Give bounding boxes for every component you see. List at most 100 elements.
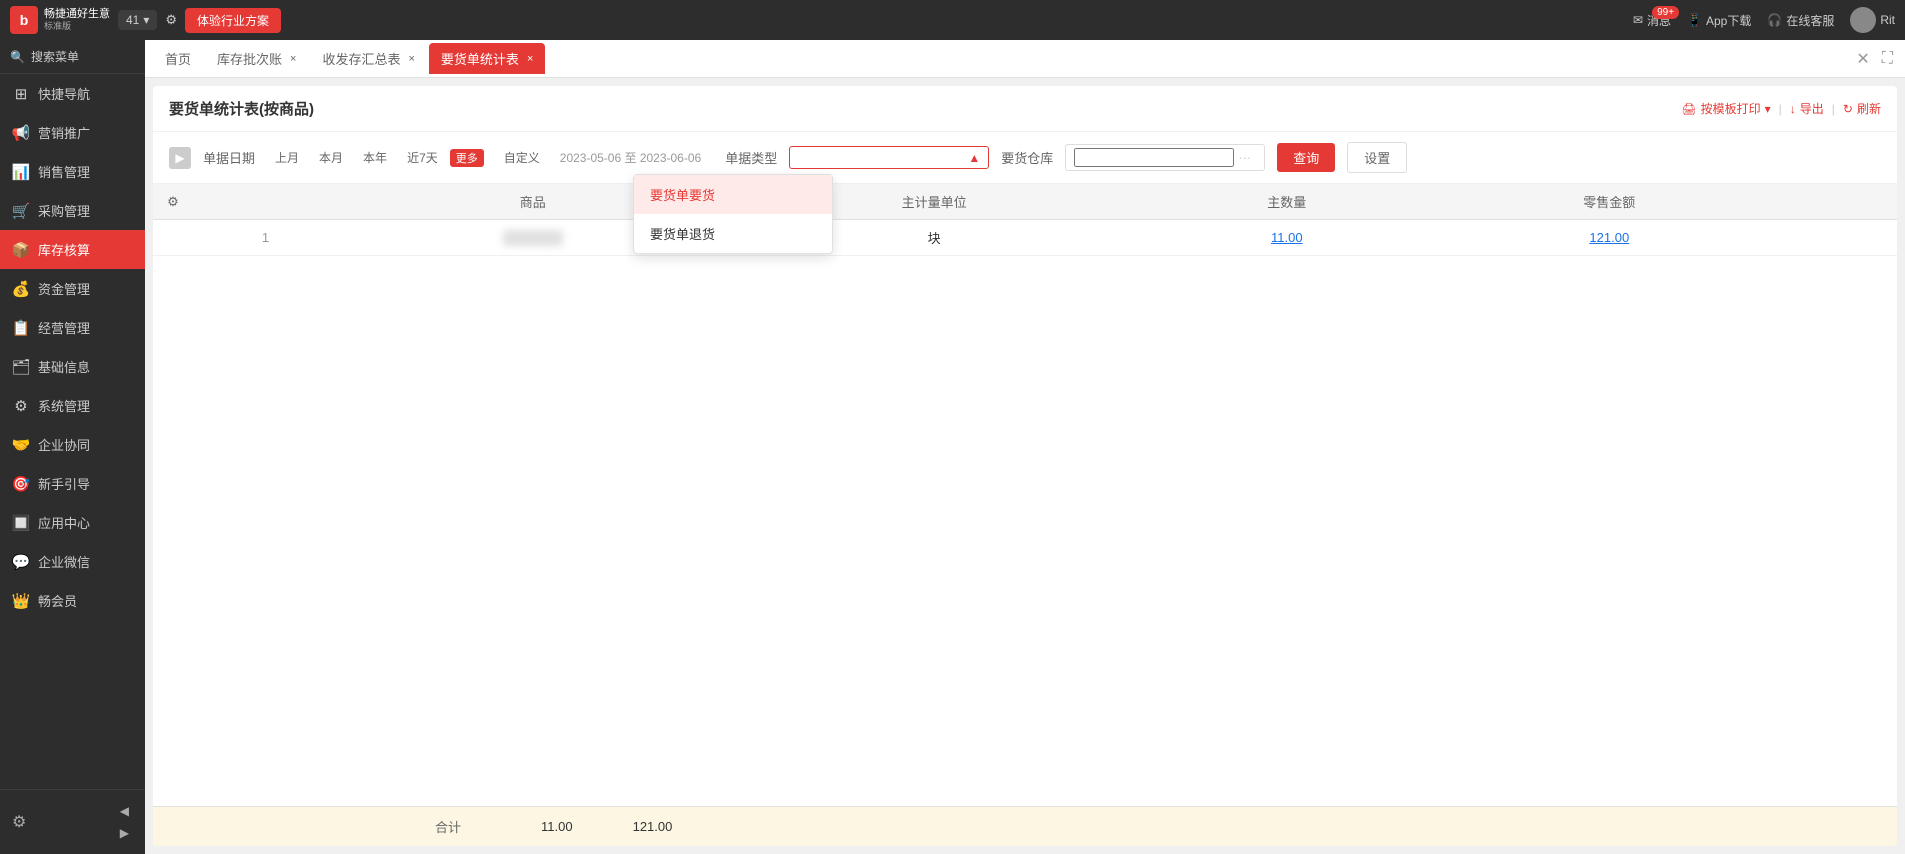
tab-close-order-summary[interactable]: ×	[527, 53, 533, 65]
tab-bar-actions: ✕ ⛶	[1852, 45, 1897, 73]
refresh-icon: ↻	[1843, 102, 1853, 116]
table-header: ⚙ 商品 主计量单位 主数量 零售金额	[153, 184, 1897, 220]
scroll-down-icon[interactable]: ▶	[116, 822, 133, 844]
row-index: 1	[193, 220, 338, 256]
logo-text: 畅捷通好生意 标准版	[44, 8, 110, 32]
refresh-label: 刷新	[1857, 100, 1881, 117]
sidebar-item-sales[interactable]: 📊 销售管理	[0, 152, 145, 191]
logo-icon: b	[10, 6, 38, 34]
sidebar-label-app-center: 应用中心	[38, 513, 90, 532]
app-download-button[interactable]: 📱 App下载	[1687, 12, 1751, 29]
chevron-down-icon: ▾	[1765, 102, 1771, 116]
store-selector[interactable]: 41 ▾	[118, 10, 157, 30]
sidebar-label-inventory: 库存核算	[38, 240, 90, 259]
messages-button[interactable]: ✉ 消息 99+	[1633, 12, 1671, 29]
sidebar-label-system: 系统管理	[38, 396, 90, 415]
query-button[interactable]: 查询	[1277, 143, 1335, 172]
print-button[interactable]: 🖨 按模板打印 ▾	[1681, 100, 1770, 117]
tab-label-collect-summary: 收发存汇总表	[322, 49, 400, 68]
sidebar-label-membership: 畅会员	[38, 591, 77, 610]
sidebar-item-system[interactable]: ⚙ 系统管理	[0, 386, 145, 425]
sidebar-icon-operations: 📋	[12, 319, 30, 337]
avatar	[1850, 7, 1876, 33]
header-right: ✉ 消息 99+ 📱 App下载 🎧 在线客服 Rit	[1633, 7, 1895, 33]
online-service-button[interactable]: 🎧 在线客服	[1767, 12, 1834, 29]
more-icon: ···	[1238, 150, 1251, 165]
sidebar-item-basic[interactable]: 🗂 基础信息	[0, 347, 145, 386]
dropdown-item-order-goods[interactable]: 要货单要货	[634, 175, 832, 214]
tab-close-button[interactable]: ✕	[1852, 45, 1873, 73]
tab-close-collect-summary[interactable]: ×	[408, 53, 414, 65]
sidebar-label-marketing: 营销推广	[38, 123, 90, 142]
user-area[interactable]: Rit	[1850, 7, 1895, 33]
refresh-button[interactable]: ↻ 刷新	[1843, 100, 1881, 117]
sidebar-scroller: ◀ ▶	[116, 800, 133, 844]
sidebar-label-purchase: 采购管理	[38, 201, 90, 220]
sidebar-footer: ⚙ ◀ ▶	[0, 789, 145, 854]
tab-collect-summary[interactable]: 收发存汇总表 ×	[310, 43, 426, 74]
sidebar-item-wechat[interactable]: 💬 企业微信	[0, 542, 145, 581]
more-dates-btn[interactable]: 更多	[450, 149, 484, 167]
this-month-btn[interactable]: 本月	[311, 147, 351, 168]
sidebar-item-inventory[interactable]: 📦 库存核算	[0, 230, 145, 269]
dropdown-item-order-return[interactable]: 要货单退货	[634, 214, 832, 253]
print-label: 按模板打印	[1701, 100, 1761, 117]
store-name: 41	[126, 13, 139, 27]
action-divider2: |	[1832, 102, 1835, 116]
sidebar-icon-quick-nav: ⊞	[12, 85, 30, 103]
tab-batch-account[interactable]: 库存批次账×	[205, 43, 308, 74]
goods-name-blurred	[503, 230, 563, 246]
tab-home[interactable]: 首页	[153, 43, 203, 74]
sidebar-icon-system: ⚙	[12, 397, 30, 415]
main-layout: 🔍 搜索菜单 ⊞ 快捷导航 📢 营销推广 📊 销售管理 🛒 采购管理 📦 库存核…	[0, 40, 1905, 854]
sidebar-item-operations[interactable]: 📋 经营管理	[0, 308, 145, 347]
col-index	[193, 184, 338, 220]
type-select[interactable]: ▲	[789, 146, 989, 169]
sidebar-item-membership[interactable]: 👑 畅会员	[0, 581, 145, 620]
table-container: ⚙ 商品 主计量单位 主数量 零售金额 1	[153, 184, 1897, 806]
last-month-btn[interactable]: 上月	[267, 147, 307, 168]
filter-settings-button[interactable]: 设置	[1347, 142, 1407, 173]
type-input[interactable]	[798, 150, 964, 165]
sidebar-item-marketing[interactable]: 📢 营销推广	[0, 113, 145, 152]
settings-icon[interactable]: ⚙	[165, 12, 177, 28]
service-icon: 🎧	[1767, 13, 1782, 27]
sidebar-item-purchase[interactable]: 🛒 采购管理	[0, 191, 145, 230]
sidebar-icon-enterprise: 🤝	[12, 436, 30, 454]
sidebar-label-enterprise: 企业协同	[38, 435, 90, 454]
tab-expand-button[interactable]: ⛶	[1878, 46, 1897, 72]
table-row: 1 块 11.00 121.00	[153, 220, 1897, 256]
data-table: ⚙ 商品 主计量单位 主数量 零售金额 1	[153, 184, 1897, 256]
warehouse-select[interactable]: ···	[1065, 144, 1265, 171]
tab-order-summary[interactable]: 要货单统计表×	[429, 43, 545, 74]
custom-date-btn[interactable]: 自定义	[496, 147, 548, 168]
print-icon: 🖨	[1681, 102, 1696, 116]
sidebar-search[interactable]: 🔍 搜索菜单	[0, 40, 145, 74]
scroll-up-icon[interactable]: ◀	[116, 800, 133, 822]
gear-footer-icon[interactable]: ⚙	[12, 812, 26, 832]
sidebar-item-finance[interactable]: 💰 资金管理	[0, 269, 145, 308]
sidebar-item-guide[interactable]: 🎯 新手引导	[0, 464, 145, 503]
col-settings-icon[interactable]: ⚙	[167, 194, 179, 209]
filter-expand-button[interactable]: ▶	[169, 147, 191, 169]
type-dropdown: 要货单要货 要货单退货	[633, 174, 833, 254]
sidebar-icon-app-center: 🔲	[12, 514, 30, 532]
export-button[interactable]: ↓ 导出	[1790, 100, 1824, 117]
page-title: 要货单统计表(按商品)	[169, 98, 314, 119]
app-download-label: App下载	[1706, 12, 1751, 29]
sidebar-item-enterprise[interactable]: 🤝 企业协同	[0, 425, 145, 464]
tab-close-batch-account[interactable]: ×	[290, 53, 296, 65]
recent-7days-btn[interactable]: 近7天	[399, 147, 446, 168]
sidebar-label-guide: 新手引导	[38, 474, 90, 493]
sidebar-label-finance: 资金管理	[38, 279, 90, 298]
summary-quantity: 11.00	[541, 819, 573, 834]
sidebar-item-quick-nav[interactable]: ⊞ 快捷导航	[0, 74, 145, 113]
sidebar-label-quick-nav: 快捷导航	[38, 84, 90, 103]
this-year-btn[interactable]: 本年	[355, 147, 395, 168]
trial-button[interactable]: 体验行业方案	[185, 8, 281, 33]
export-label: 导出	[1800, 100, 1824, 117]
page-content: 要货单统计表(按商品) 🖨 按模板打印 ▾ | ↓ 导出 | ↻	[153, 86, 1897, 846]
warehouse-input[interactable]	[1074, 148, 1234, 167]
sidebar-label-basic: 基础信息	[38, 357, 90, 376]
sidebar-item-app-center[interactable]: 🔲 应用中心	[0, 503, 145, 542]
